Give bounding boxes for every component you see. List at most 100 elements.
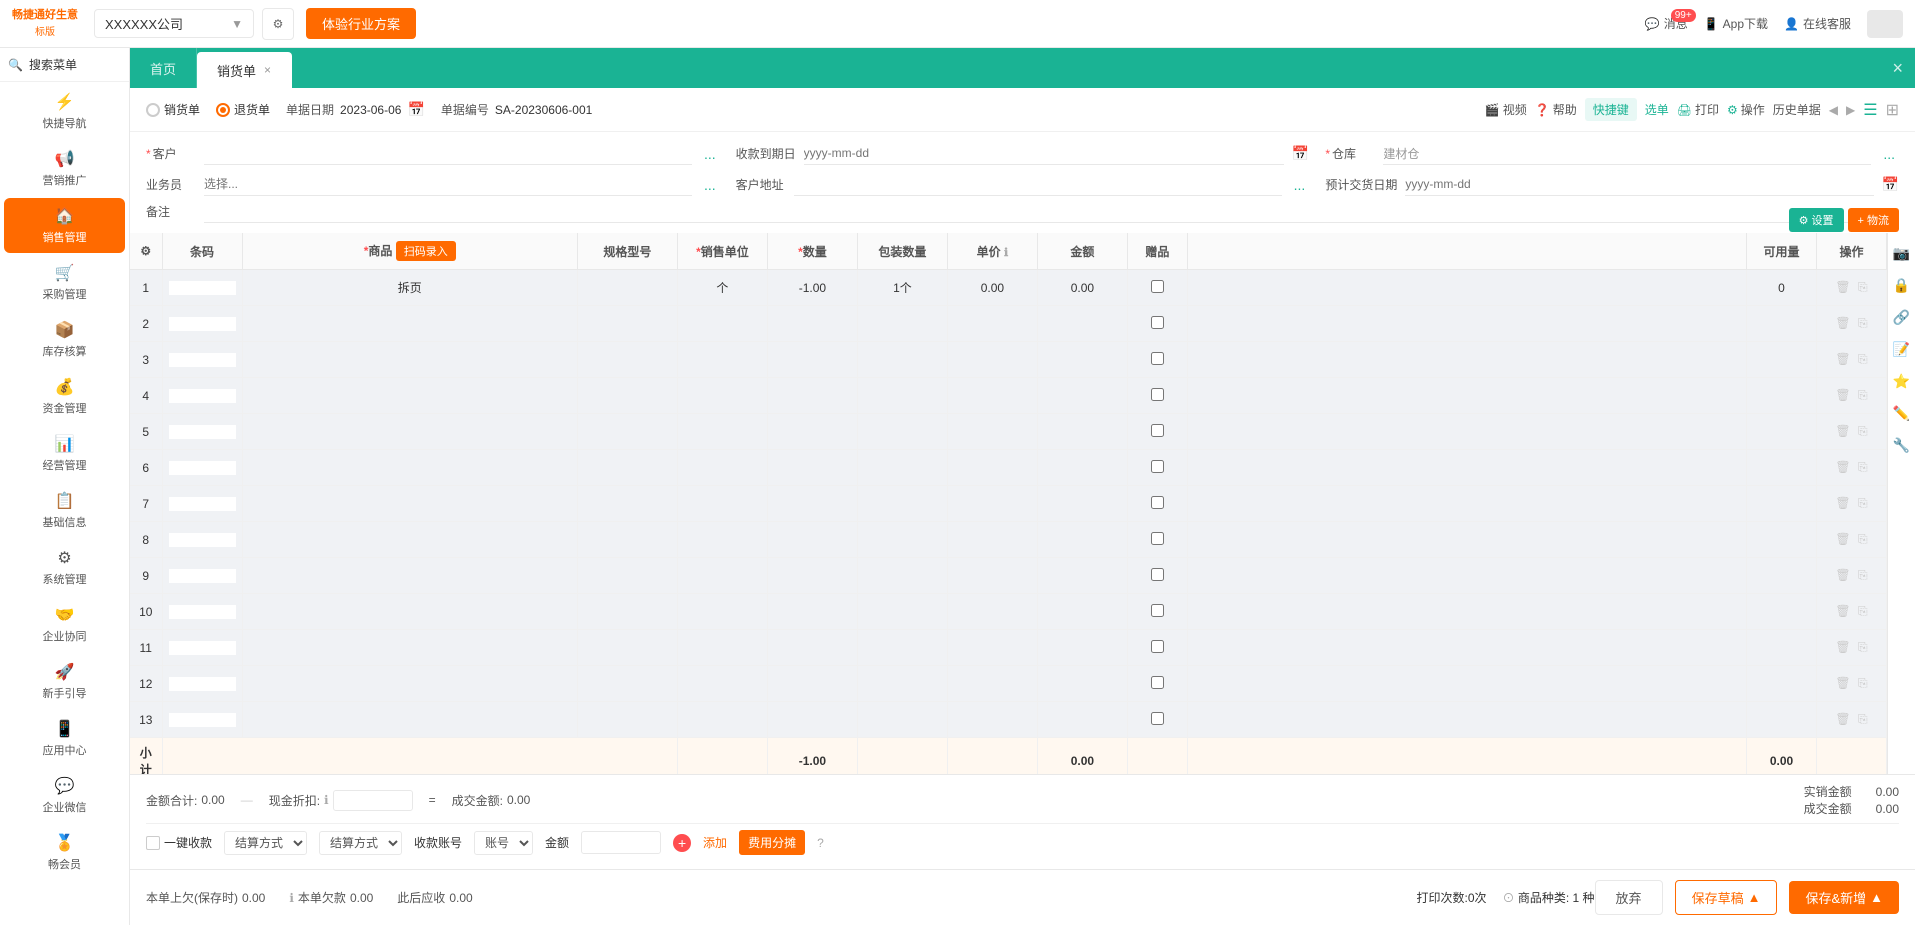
row-salesunit-11[interactable] bbox=[677, 630, 767, 666]
payment-method-select[interactable]: 结算方式 bbox=[224, 831, 307, 855]
row-amount-1[interactable]: 0.00 bbox=[1037, 270, 1127, 306]
gift-checkbox-13[interactable] bbox=[1151, 712, 1164, 725]
row-unitprice-6[interactable] bbox=[947, 450, 1037, 486]
gift-checkbox-2[interactable] bbox=[1151, 316, 1164, 329]
row-product-7[interactable] bbox=[242, 486, 577, 522]
window-close-icon[interactable]: × bbox=[1892, 58, 1903, 78]
cash-discount-info-icon[interactable]: ℹ bbox=[324, 793, 329, 807]
row-gift-5[interactable] bbox=[1127, 414, 1187, 450]
tab-sales-order[interactable]: 销货单 × bbox=[197, 52, 292, 88]
row-product-13[interactable] bbox=[242, 702, 577, 738]
panel-icon-star[interactable]: ⭐ bbox=[1890, 369, 1914, 393]
row-barcode-7[interactable] bbox=[162, 486, 242, 522]
row-qty-9[interactable] bbox=[767, 558, 857, 594]
row-amount-6[interactable] bbox=[1037, 450, 1127, 486]
select-action[interactable]: 选单 bbox=[1645, 101, 1669, 118]
experience-button[interactable]: 体验行业方案 bbox=[306, 8, 416, 39]
copy-icon-8[interactable]: ⎘ bbox=[1858, 532, 1868, 546]
row-gift-12[interactable] bbox=[1127, 666, 1187, 702]
row-amount-8[interactable] bbox=[1037, 522, 1127, 558]
save-draft-button[interactable]: 保存草稿 ▲ bbox=[1675, 880, 1778, 915]
row-product-3[interactable] bbox=[242, 342, 577, 378]
row-qty-7[interactable] bbox=[767, 486, 857, 522]
date-calendar-icon[interactable]: 📅 bbox=[407, 101, 424, 118]
add-payment-label[interactable]: 添加 bbox=[703, 834, 727, 851]
row-qty-10[interactable] bbox=[767, 594, 857, 630]
avatar[interactable] bbox=[1867, 10, 1903, 38]
row-barcode-1[interactable] bbox=[162, 270, 242, 306]
operate-action[interactable]: ⚙ 操作 bbox=[1727, 101, 1765, 118]
row-spec-11[interactable] bbox=[577, 630, 677, 666]
row-salesunit-10[interactable] bbox=[677, 594, 767, 630]
online-service-button[interactable]: 👤 在线客服 bbox=[1784, 15, 1851, 32]
copy-icon-9[interactable]: ⎘ bbox=[1858, 568, 1868, 582]
row-qty-4[interactable] bbox=[767, 378, 857, 414]
tab-close-main[interactable]: × bbox=[1892, 58, 1915, 79]
row-barcode-10[interactable] bbox=[162, 594, 242, 630]
sidebar-item-inventory[interactable]: 📦库存核算 bbox=[4, 312, 125, 367]
panel-icon-camera[interactable]: 📷 bbox=[1890, 241, 1914, 265]
row-amount-12[interactable] bbox=[1037, 666, 1127, 702]
gift-checkbox-4[interactable] bbox=[1151, 388, 1164, 401]
col-settings[interactable]: ⚙ bbox=[130, 233, 162, 270]
gift-checkbox-1[interactable] bbox=[1151, 280, 1164, 293]
row-salesunit-6[interactable] bbox=[677, 450, 767, 486]
row-unitprice-3[interactable] bbox=[947, 342, 1037, 378]
expected-date-calendar-icon[interactable]: 📅 bbox=[1882, 176, 1899, 193]
history-action[interactable]: 历史单据 bbox=[1773, 101, 1821, 118]
view-list-icon[interactable]: ☰ bbox=[1863, 100, 1877, 120]
settings-gear-button[interactable]: ⚙ bbox=[262, 8, 294, 40]
view-grid-icon[interactable]: ⊞ bbox=[1886, 100, 1899, 120]
row-salesunit-7[interactable] bbox=[677, 486, 767, 522]
row-product-5[interactable] bbox=[242, 414, 577, 450]
nav-next-icon[interactable]: ▶ bbox=[1846, 103, 1855, 117]
barcode-input-8[interactable] bbox=[169, 533, 236, 547]
row-gift-1[interactable] bbox=[1127, 270, 1187, 306]
row-amount-9[interactable] bbox=[1037, 558, 1127, 594]
row-gift-3[interactable] bbox=[1127, 342, 1187, 378]
row-unitprice-2[interactable] bbox=[947, 306, 1037, 342]
sidebar-item-marketing[interactable]: 📢营销推广 bbox=[4, 141, 125, 196]
payment-amount-input[interactable] bbox=[581, 831, 661, 854]
gift-checkbox-10[interactable] bbox=[1151, 604, 1164, 617]
row-product-2[interactable] bbox=[242, 306, 577, 342]
row-qty-13[interactable] bbox=[767, 702, 857, 738]
row-pkgqty-3[interactable] bbox=[857, 342, 947, 378]
cash-discount-input[interactable] bbox=[333, 790, 413, 811]
product-types-filter-icon[interactable]: ⊙ bbox=[1503, 891, 1515, 905]
panel-icon-orange[interactable]: 🔧 bbox=[1890, 433, 1914, 457]
delete-icon-10[interactable]: 🗑 bbox=[1835, 604, 1850, 618]
row-salesunit-5[interactable] bbox=[677, 414, 767, 450]
row-qty-11[interactable] bbox=[767, 630, 857, 666]
row-spec-7[interactable] bbox=[577, 486, 677, 522]
barcode-input-4[interactable] bbox=[169, 389, 236, 403]
sidebar-item-guide[interactable]: 🚀新手引导 bbox=[4, 654, 125, 709]
row-unitprice-13[interactable] bbox=[947, 702, 1037, 738]
row-barcode-6[interactable] bbox=[162, 450, 242, 486]
sidebar-item-member[interactable]: 🏅畅会员 bbox=[4, 825, 125, 880]
delete-icon-11[interactable]: 🗑 bbox=[1835, 640, 1850, 654]
copy-icon-1[interactable]: ⎘ bbox=[1858, 280, 1868, 294]
settings-button[interactable]: ⚙ 设置 bbox=[1789, 208, 1844, 232]
company-selector[interactable]: XXXXXX公司 ▼ bbox=[94, 9, 254, 38]
gift-checkbox-6[interactable] bbox=[1151, 460, 1164, 473]
row-unitprice-11[interactable] bbox=[947, 630, 1037, 666]
one-click-payment-checkbox[interactable]: 一键收款 bbox=[146, 834, 212, 851]
shortcut-action[interactable]: 快捷键 bbox=[1585, 98, 1637, 121]
sidebar-item-purchase-mgmt[interactable]: 🛒采购管理 bbox=[4, 255, 125, 310]
row-product-10[interactable] bbox=[242, 594, 577, 630]
barcode-input-6[interactable] bbox=[169, 461, 236, 475]
nav-prev-icon[interactable]: ◀ bbox=[1829, 103, 1838, 117]
copy-icon-12[interactable]: ⎘ bbox=[1858, 676, 1868, 690]
barcode-input-12[interactable] bbox=[169, 677, 236, 691]
row-unitprice-12[interactable] bbox=[947, 666, 1037, 702]
row-barcode-2[interactable] bbox=[162, 306, 242, 342]
row-gift-9[interactable] bbox=[1127, 558, 1187, 594]
save-new-button[interactable]: 保存&新增 ▲ bbox=[1789, 881, 1899, 914]
customer-addr-dots-btn[interactable]: ... bbox=[1290, 177, 1310, 193]
row-salesunit-3[interactable] bbox=[677, 342, 767, 378]
delete-icon-2[interactable]: 🗑 bbox=[1835, 316, 1850, 330]
barcode-input-7[interactable] bbox=[169, 497, 236, 511]
copy-icon-11[interactable]: ⎘ bbox=[1858, 640, 1868, 654]
print-action[interactable]: 🖨 打印 bbox=[1677, 101, 1719, 118]
